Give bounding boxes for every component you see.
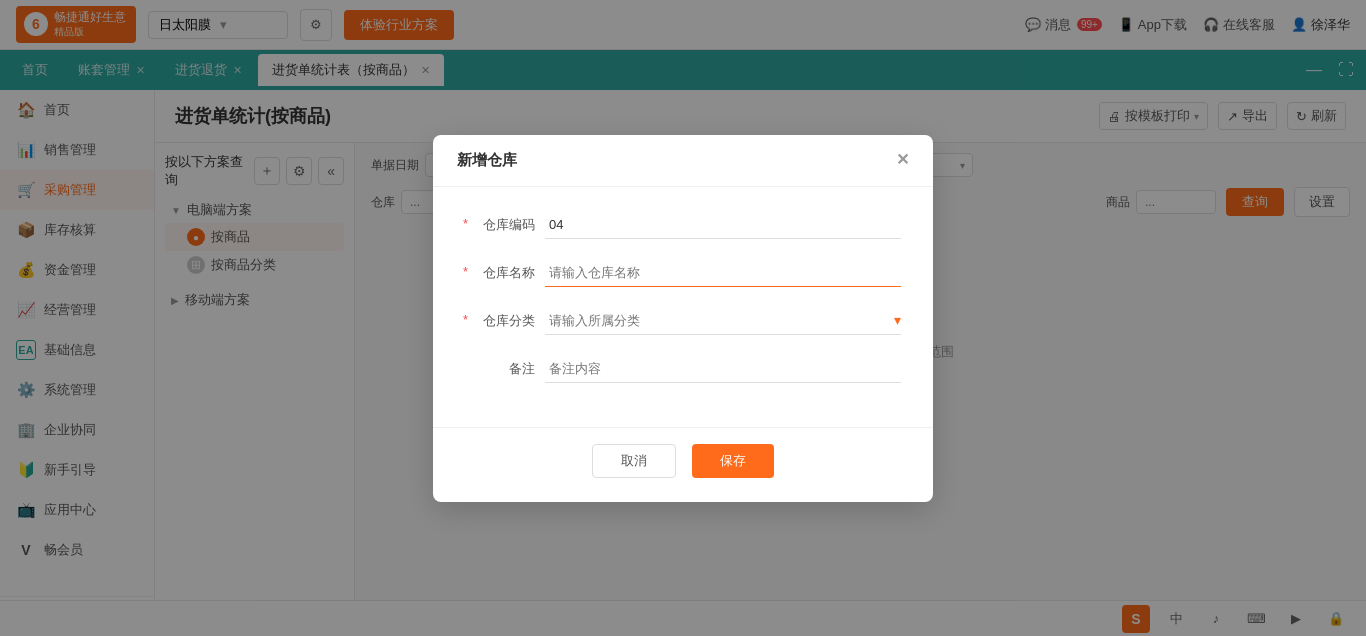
code-label: 仓库编码 bbox=[465, 216, 545, 234]
category-select-wrapper: ▾ bbox=[545, 307, 901, 335]
category-input[interactable] bbox=[545, 307, 894, 334]
form-row-name: 仓库名称 bbox=[465, 259, 901, 287]
code-input[interactable] bbox=[545, 211, 901, 239]
add-warehouse-modal: 新增仓库 ✕ 仓库编码 仓库名称 仓库分类 ▾ bbox=[433, 135, 933, 502]
form-row-code: 仓库编码 bbox=[465, 211, 901, 239]
modal-close-button[interactable]: ✕ bbox=[896, 152, 909, 168]
name-input[interactable] bbox=[545, 259, 901, 287]
category-label: 仓库分类 bbox=[465, 312, 545, 330]
save-button[interactable]: 保存 bbox=[692, 444, 774, 478]
form-row-category: 仓库分类 ▾ bbox=[465, 307, 901, 335]
modal-body: 仓库编码 仓库名称 仓库分类 ▾ 备注 bbox=[433, 187, 933, 427]
name-label: 仓库名称 bbox=[465, 264, 545, 282]
category-dropdown-arrow[interactable]: ▾ bbox=[894, 312, 901, 328]
modal-footer: 取消 保存 bbox=[433, 427, 933, 502]
form-row-note: 备注 bbox=[465, 355, 901, 383]
note-input[interactable] bbox=[545, 355, 901, 383]
note-label: 备注 bbox=[465, 360, 545, 378]
cancel-button[interactable]: 取消 bbox=[592, 444, 676, 478]
modal-header: 新增仓库 ✕ bbox=[433, 135, 933, 187]
modal-overlay[interactable]: 新增仓库 ✕ 仓库编码 仓库名称 仓库分类 ▾ bbox=[0, 0, 1366, 636]
modal-title: 新增仓库 bbox=[457, 151, 517, 170]
